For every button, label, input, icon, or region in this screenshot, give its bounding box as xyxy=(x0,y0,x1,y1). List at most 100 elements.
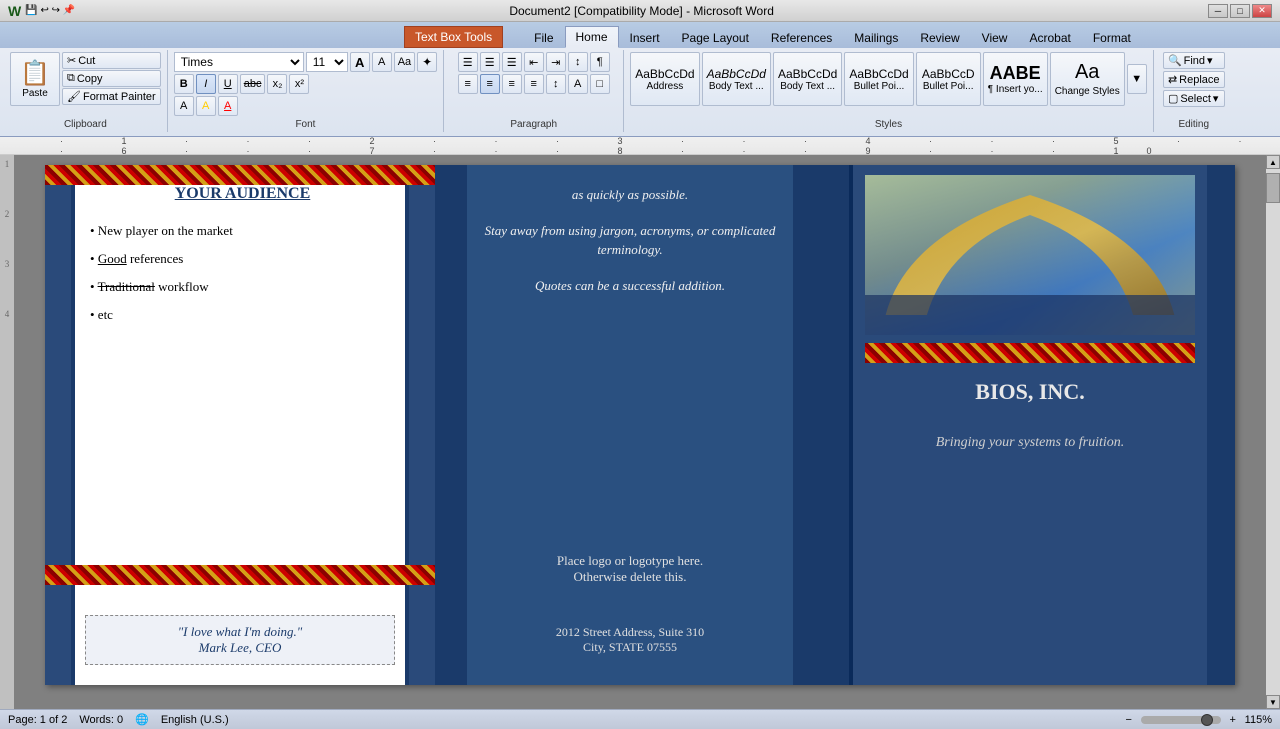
copy-button[interactable]: ⧉ Copy xyxy=(62,70,161,87)
align-right-button[interactable]: ≡ xyxy=(502,74,522,94)
paragraph-group: ☰ ☰ ☰ ⇤ ⇥ ↕ ¶ ≡ ≡ ≡ ≡ ↕ A □ Pa xyxy=(444,50,624,132)
find-icon: 🔍 xyxy=(1168,54,1182,67)
subscript-button[interactable]: x₂ xyxy=(267,74,287,94)
clipboard-small-buttons: ✂ Cut ⧉ Copy 🖌 Format Painter xyxy=(62,52,161,106)
align-left-button[interactable]: ≡ xyxy=(458,74,478,94)
border-button[interactable]: □ xyxy=(590,74,610,94)
sort-button[interactable]: ↕ xyxy=(568,52,588,72)
tab-textbox-tools[interactable]: Text Box Tools xyxy=(404,26,503,48)
tab-references[interactable]: References xyxy=(760,26,843,48)
title-bar-left: W 💾 ↩ ↪ 📌 xyxy=(8,3,75,19)
format-painter-button[interactable]: 🖌 Format Painter xyxy=(62,88,161,105)
panel-right-content: BIOS, INC. Bringing your systems to frui… xyxy=(825,165,1235,461)
panel-middle-content: as quickly as possible. Stay away from u… xyxy=(439,165,821,685)
clear-formatting-button[interactable]: ✦ xyxy=(417,52,437,72)
find-button[interactable]: 🔍 Find ▾ xyxy=(1163,52,1225,69)
tab-home[interactable]: Home xyxy=(565,26,619,48)
maximize-btn[interactable]: □ xyxy=(1230,4,1250,18)
editing-group: 🔍 Find ▾ ⇄ Replace ▢ Select ▾ Editing xyxy=(1154,50,1234,132)
line-spacing-button[interactable]: ↕ xyxy=(546,74,566,94)
style-bodytext1-button[interactable]: AaBbCcDd Body Text ... xyxy=(702,52,771,106)
superscript-button[interactable]: x² xyxy=(289,74,309,94)
replace-icon: ⇄ xyxy=(1168,73,1177,86)
style-bullet1-preview: AaBbCcDd xyxy=(849,67,908,81)
panel-right-red-stripe xyxy=(865,343,1195,363)
main-area: 1 2 3 4 YOUR AUDIENCE • New player on th… xyxy=(0,155,1280,709)
increase-indent-button[interactable]: ⇥ xyxy=(546,52,566,72)
tab-view[interactable]: View xyxy=(971,26,1019,48)
format-painter-icon: 🖌 xyxy=(67,90,81,103)
panel-middle-text3: Quotes can be a successful addition. xyxy=(479,276,781,296)
bullet-item-1: • New player on the market xyxy=(90,223,395,239)
bold-button[interactable]: B xyxy=(174,74,194,94)
window-controls: ─ □ ✕ xyxy=(1208,4,1272,18)
grow-font-button[interactable]: A xyxy=(350,52,370,72)
change-styles-button[interactable]: Aa Change Styles xyxy=(1050,52,1125,106)
minimize-btn[interactable]: ─ xyxy=(1208,4,1228,18)
ribbon-content: 📋 Paste ✂ Cut ⧉ Copy 🖌 xyxy=(0,48,1280,136)
panel-right-company: BIOS, INC. xyxy=(865,379,1195,405)
font-family-select[interactable]: Times xyxy=(174,52,304,72)
tab-format[interactable]: Format xyxy=(1082,26,1142,48)
shading-button[interactable]: A xyxy=(568,74,588,94)
tab-acrobat[interactable]: Acrobat xyxy=(1018,26,1081,48)
paragraph-group-content: ☰ ☰ ☰ ⇤ ⇥ ↕ ¶ ≡ ≡ ≡ ≡ ↕ A □ xyxy=(458,52,610,108)
paste-button[interactable]: 📋 Paste xyxy=(10,52,60,106)
shrink-font-button[interactable]: A xyxy=(372,52,392,72)
bullets-button[interactable]: ☰ xyxy=(458,52,478,72)
change-case-button[interactable]: Aa xyxy=(394,52,415,72)
close-btn[interactable]: ✕ xyxy=(1252,4,1272,18)
document-area[interactable]: YOUR AUDIENCE • New player on the market… xyxy=(14,155,1266,709)
multilevel-button[interactable]: ☰ xyxy=(502,52,522,72)
textbox-tools-badge: Text Box Tools xyxy=(404,26,503,48)
center-button[interactable]: ≡ xyxy=(480,74,500,94)
ruler-scale: · 1 · · · 2 · · · 3 · · · 4 · · · 5 · · … xyxy=(0,137,1280,155)
replace-button[interactable]: ⇄ Replace xyxy=(1163,71,1225,88)
justify-button[interactable]: ≡ xyxy=(524,74,544,94)
photo-svg xyxy=(865,175,1195,335)
style-insert-button[interactable]: AABE ¶ Insert yo... xyxy=(983,52,1048,106)
ribbon: Text Box Tools File Home Insert Page Lay… xyxy=(0,22,1280,137)
ruler: · 1 · · · 2 · · · 3 · · · 4 · · · 5 · · … xyxy=(0,137,1280,155)
cut-button[interactable]: ✂ Cut xyxy=(62,52,161,69)
select-button[interactable]: ▢ Select ▾ xyxy=(1163,90,1225,107)
margin-marker-2: 2 xyxy=(5,209,10,219)
style-bodytext2-button[interactable]: AaBbCcDd Body Text ... xyxy=(773,52,842,106)
strikethrough-button[interactable]: abc xyxy=(240,74,266,94)
panel-right: BIOS, INC. Bringing your systems to frui… xyxy=(825,165,1235,685)
tab-file[interactable]: File xyxy=(523,26,564,48)
style-bullet1-button[interactable]: AaBbCcDd Bullet Poi... xyxy=(844,52,913,106)
highlight-button[interactable]: A xyxy=(196,96,216,116)
panel-right-photo xyxy=(865,175,1195,335)
clipboard-label: Clipboard xyxy=(4,119,167,130)
tab-insert[interactable]: Insert xyxy=(619,26,671,48)
scroll-up-button[interactable]: ▲ xyxy=(1266,155,1280,169)
tab-page-layout[interactable]: Page Layout xyxy=(671,26,760,48)
style-address-button[interactable]: AaBbCcDd Address xyxy=(630,52,699,106)
bullet-item-4: • etc xyxy=(90,307,395,323)
editing-area: 🔍 Find ▾ ⇄ Replace ▢ Select ▾ xyxy=(1163,52,1225,121)
styles-expand-button[interactable]: ▼ xyxy=(1127,64,1147,94)
word-icon: W xyxy=(8,3,21,19)
scrollbar-thumb[interactable] xyxy=(1266,173,1280,203)
numbering-button[interactable]: ☰ xyxy=(480,52,500,72)
underline-button[interactable]: U xyxy=(218,74,238,94)
italic-button[interactable]: I xyxy=(196,74,216,94)
tab-mailings[interactable]: Mailings xyxy=(843,26,909,48)
decrease-indent-button[interactable]: ⇤ xyxy=(524,52,544,72)
font-color-button[interactable]: A xyxy=(218,96,238,116)
style-bullet2-button[interactable]: AaBbCcD Bullet Poi... xyxy=(916,52,981,106)
panel-left: YOUR AUDIENCE • New player on the market… xyxy=(45,165,435,685)
font-row1: Times 11 A A Aa ✦ xyxy=(174,52,437,72)
show-hide-button[interactable]: ¶ xyxy=(590,52,610,72)
panel-right-tagline: Bringing your systems to fruition. xyxy=(865,435,1195,451)
margin-marker-4: 4 xyxy=(5,309,10,319)
font-size-select[interactable]: 11 xyxy=(306,52,348,72)
tab-review[interactable]: Review xyxy=(909,26,970,48)
scroll-down-button[interactable]: ▼ xyxy=(1266,695,1280,709)
scrollbar-track[interactable] xyxy=(1266,169,1280,695)
styles-area: AaBbCcDd Address AaBbCcDd Body Text ... … xyxy=(630,52,1147,120)
styles-group: AaBbCcDd Address AaBbCcDd Body Text ... … xyxy=(624,50,1154,132)
text-effects-button[interactable]: A xyxy=(174,96,194,116)
page: YOUR AUDIENCE • New player on the market… xyxy=(45,165,1235,685)
